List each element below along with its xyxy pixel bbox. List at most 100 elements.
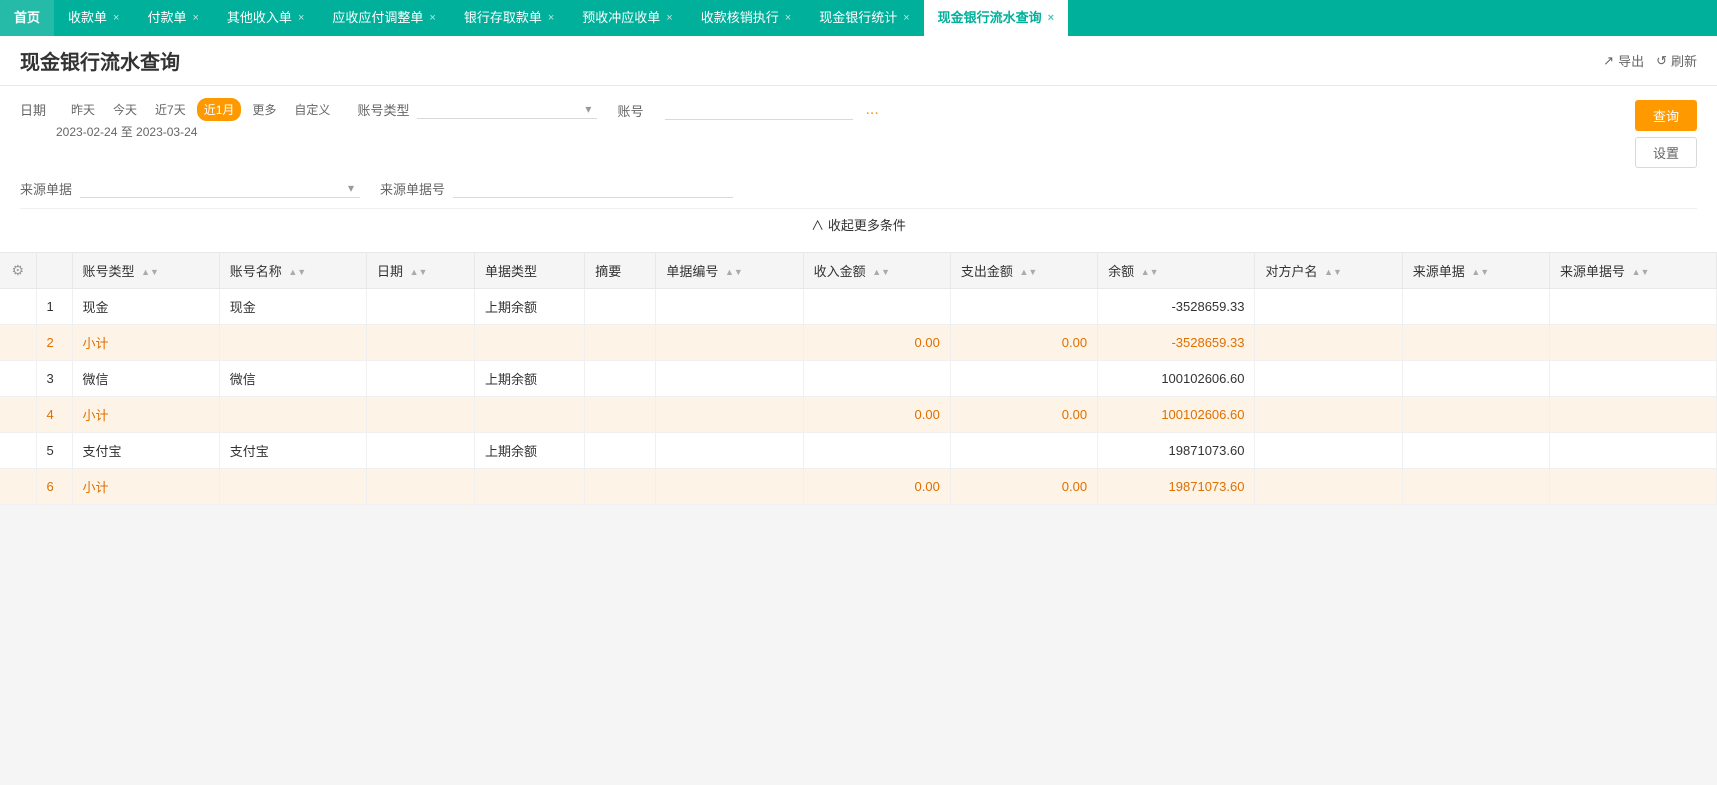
table-cell (1255, 361, 1402, 397)
table-row[interactable]: 5支付宝支付宝上期余额19871073.60 (0, 433, 1717, 469)
date-options: 昨天 今天 近7天 近1月 更多 自定义 (64, 98, 337, 121)
nav-item-writeoff[interactable]: 收款核销执行 × (687, 0, 805, 36)
nav-item-pre-receipt[interactable]: 预收冲应收单 × (568, 0, 686, 36)
nav-item-home[interactable]: 首页 (0, 0, 54, 36)
table-cell (1402, 325, 1549, 361)
source-doc-select[interactable]: ▾ (80, 179, 360, 198)
query-button[interactable]: 查询 (1635, 100, 1697, 131)
date-btn-custom[interactable]: 自定义 (287, 98, 337, 121)
col-counterparty[interactable]: 对方户名 ▲▼ (1255, 253, 1402, 289)
date-btn-yesterday[interactable]: 昨天 (64, 98, 102, 121)
table-cell (0, 433, 36, 469)
table-row[interactable]: 1现金现金上期余额-3528659.33 (0, 289, 1717, 325)
table-cell: 0.00 (803, 397, 950, 433)
col-income[interactable]: 收入金额 ▲▼ (803, 253, 950, 289)
table-cell: 支付宝 (72, 433, 219, 469)
table-cell: 5 (36, 433, 72, 469)
col-account-name[interactable]: 账号名称 ▲▼ (219, 253, 366, 289)
close-other-income-icon[interactable]: × (298, 0, 304, 36)
nav-item-bank-deposit[interactable]: 银行存取款单 × (450, 0, 568, 36)
table-row[interactable]: 6小计0.000.0019871073.60 (0, 469, 1717, 505)
table-cell: 小计 (72, 469, 219, 505)
nav-item-payment[interactable]: 付款单 × (133, 0, 212, 36)
col-doc-num[interactable]: 单据编号 ▲▼ (656, 253, 803, 289)
table-row[interactable]: 3微信微信上期余额100102606.60 (0, 361, 1717, 397)
refresh-icon: ↺ (1656, 53, 1667, 69)
table-cell: 0.00 (950, 397, 1097, 433)
table-cell (0, 289, 36, 325)
col-expense[interactable]: 支出金额 ▲▼ (950, 253, 1097, 289)
table-cell (1549, 361, 1716, 397)
table-cell (585, 433, 656, 469)
source-doc-num-input[interactable] (453, 178, 733, 198)
close-cash-stat-icon[interactable]: × (903, 0, 909, 36)
close-cash-flow-icon[interactable]: × (1048, 0, 1054, 36)
table-cell (367, 361, 475, 397)
col-source-doc[interactable]: 来源单据 ▲▼ (1402, 253, 1549, 289)
table-cell (1549, 289, 1716, 325)
table-cell: -3528659.33 (1098, 289, 1255, 325)
table-cell: 3 (36, 361, 72, 397)
date-btn-1month[interactable]: 近1月 (197, 98, 242, 121)
table-cell (0, 397, 36, 433)
table-cell (1402, 469, 1549, 505)
col-settings: ⚙ (0, 253, 36, 289)
close-payment-icon[interactable]: × (192, 0, 198, 36)
table-cell (656, 433, 803, 469)
nav-item-other-income[interactable]: 其他收入单 × (213, 0, 318, 36)
sort-counterparty-icon: ▲▼ (1324, 268, 1342, 277)
sort-expense-icon: ▲▼ (1019, 268, 1037, 277)
account-more-icon[interactable]: ... (865, 101, 878, 119)
close-pre-receipt-icon[interactable]: × (666, 0, 672, 36)
close-writeoff-icon[interactable]: × (785, 0, 791, 36)
col-balance[interactable]: 余额 ▲▼ (1098, 253, 1255, 289)
table-cell: 现金 (72, 289, 219, 325)
cash-flow-table: ⚙ 账号类型 ▲▼ 账号名称 ▲▼ 日期 ▲▼ 单据类型 摘要 单 (0, 253, 1717, 505)
table-cell (0, 469, 36, 505)
table-cell (1255, 397, 1402, 433)
col-source-doc-num[interactable]: 来源单据号 ▲▼ (1549, 253, 1716, 289)
date-btn-more[interactable]: 更多 (245, 98, 283, 121)
table-body: 1现金现金上期余额-3528659.332小计0.000.00-3528659.… (0, 289, 1717, 505)
collapse-button[interactable]: ∧ 收起更多条件 (20, 208, 1697, 240)
refresh-button[interactable]: ↺ 刷新 (1656, 51, 1697, 70)
sort-source-doc-num-icon: ▲▼ (1632, 268, 1650, 277)
table-cell: 上期余额 (474, 433, 584, 469)
account-type-label: 账号类型 (357, 100, 409, 119)
table-cell (585, 397, 656, 433)
table-cell (1402, 361, 1549, 397)
table-cell: 100102606.60 (1098, 361, 1255, 397)
close-bank-icon[interactable]: × (548, 0, 554, 36)
table-cell (219, 397, 366, 433)
table-cell (585, 325, 656, 361)
date-label: 日期 (20, 100, 60, 119)
col-account-type[interactable]: 账号类型 ▲▼ (72, 253, 219, 289)
nav-item-receipt[interactable]: 收款单 × (54, 0, 133, 36)
sort-income-icon: ▲▼ (872, 268, 890, 277)
settings-button[interactable]: 设置 (1635, 137, 1697, 168)
table-cell: 上期余额 (474, 361, 584, 397)
col-date[interactable]: 日期 ▲▼ (367, 253, 475, 289)
table-cell (1255, 289, 1402, 325)
table-row[interactable]: 2小计0.000.00-3528659.33 (0, 325, 1717, 361)
table-settings-icon[interactable]: ⚙ (11, 262, 24, 278)
account-type-arrow-icon: ▾ (585, 102, 591, 116)
table-cell: 支付宝 (219, 433, 366, 469)
close-receipt-icon[interactable]: × (113, 0, 119, 36)
account-input[interactable] (665, 100, 853, 120)
account-type-select[interactable]: ▾ (417, 100, 597, 119)
sort-account-name-icon: ▲▼ (288, 268, 306, 277)
table-cell (656, 325, 803, 361)
nav-item-ar-ap-adjust[interactable]: 应收应付调整单 × (318, 0, 449, 36)
table-row[interactable]: 4小计0.000.00100102606.60 (0, 397, 1717, 433)
export-icon: ↗ (1603, 53, 1614, 69)
table-cell (950, 361, 1097, 397)
nav-item-cash-flow[interactable]: 现金银行流水查询 × (924, 0, 1068, 36)
source-doc-label: 来源单据 (20, 179, 72, 198)
date-btn-today[interactable]: 今天 (106, 98, 144, 121)
export-button[interactable]: ↗ 导出 (1603, 51, 1644, 70)
close-ar-ap-icon[interactable]: × (429, 0, 435, 36)
date-btn-7days[interactable]: 近7天 (148, 98, 193, 121)
nav-item-cash-stat[interactable]: 现金银行统计 × (805, 0, 923, 36)
collapse-up-icon: ∧ (811, 218, 824, 233)
